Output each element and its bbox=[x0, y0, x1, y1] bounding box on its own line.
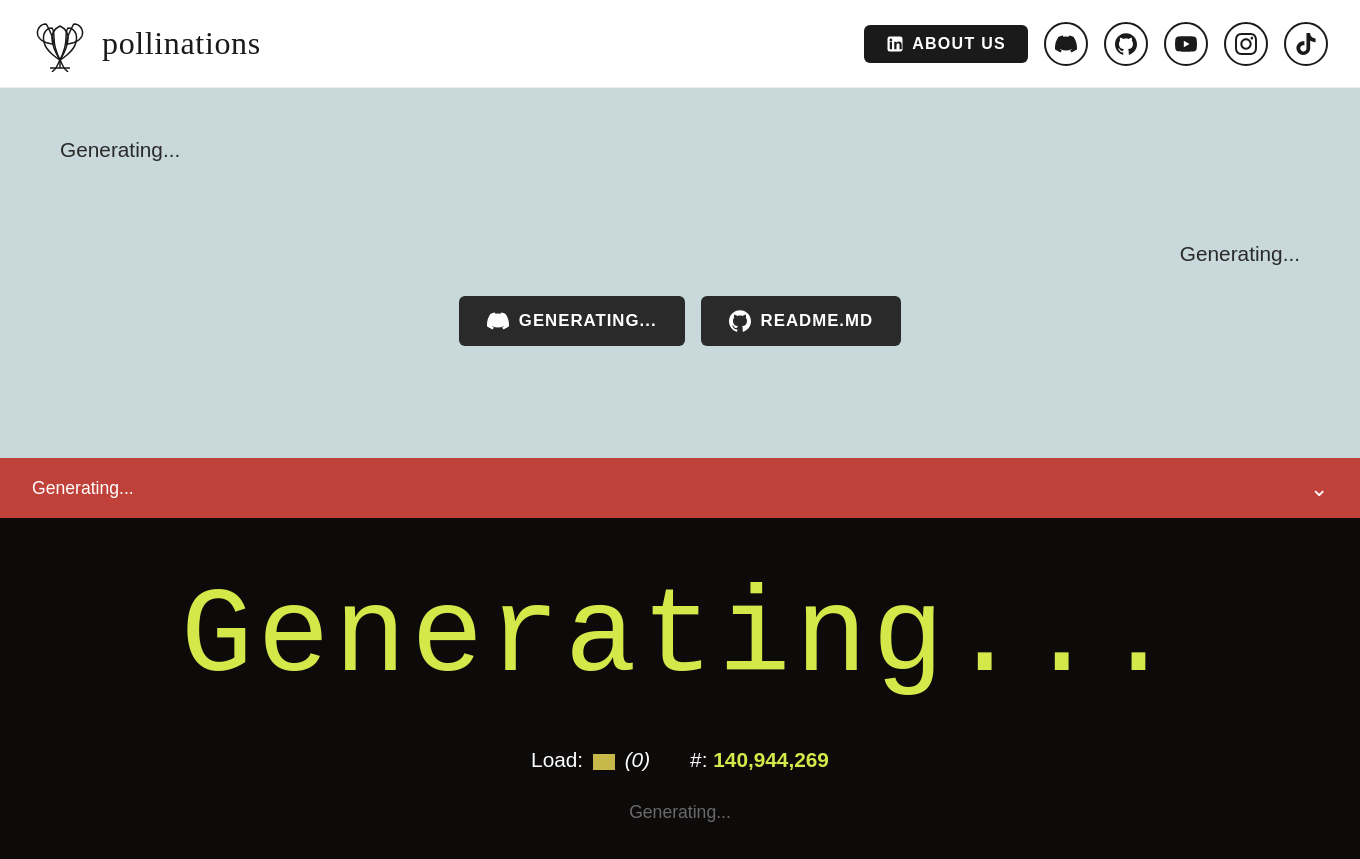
hash-value: 140,944,269 bbox=[713, 748, 829, 771]
github-btn-label: README.MD bbox=[761, 311, 874, 331]
load-indicator bbox=[593, 754, 615, 770]
instagram-icon[interactable] bbox=[1224, 22, 1268, 66]
chevron-down-icon: ⌄ bbox=[1310, 475, 1328, 502]
discord-icon[interactable] bbox=[1044, 22, 1088, 66]
red-bar: Generating... ⌄ bbox=[0, 458, 1360, 518]
dark-section: Generating... Load: (0) #: 140,944,269 G… bbox=[0, 518, 1360, 859]
nav-area: ABOUT US bbox=[864, 22, 1328, 66]
hash-label: #: bbox=[690, 748, 707, 771]
big-generating-text: Generating... bbox=[40, 578, 1320, 698]
load-value: (0) bbox=[625, 748, 650, 771]
logo-icon bbox=[32, 16, 88, 72]
about-us-label: ABOUT US bbox=[912, 35, 1006, 53]
header: pollinations ABOUT US bbox=[0, 0, 1360, 88]
svg-point-8 bbox=[890, 38, 893, 41]
svg-rect-7 bbox=[890, 41, 892, 49]
youtube-icon[interactable] bbox=[1164, 22, 1208, 66]
stats-row: Load: (0) #: 140,944,269 bbox=[40, 748, 1320, 772]
linkedin-icon bbox=[886, 35, 904, 53]
discord-btn-label: GENERATING... bbox=[519, 311, 657, 331]
red-bar-text: Generating... bbox=[32, 478, 134, 499]
load-label: Load: bbox=[531, 748, 583, 771]
generating-top: Generating... bbox=[60, 128, 1300, 162]
discord-btn-icon bbox=[487, 310, 509, 332]
discord-generating-button[interactable]: GENERATING... bbox=[459, 296, 685, 346]
github-readme-button[interactable]: README.MD bbox=[701, 296, 902, 346]
main-content: Generating... Generating... GENERATING..… bbox=[0, 88, 1360, 458]
buttons-row: GENERATING... README.MD bbox=[60, 296, 1300, 346]
about-us-button[interactable]: ABOUT US bbox=[864, 25, 1028, 63]
github-btn-icon bbox=[729, 310, 751, 332]
tiktok-icon[interactable] bbox=[1284, 22, 1328, 66]
logo-text: pollinations bbox=[102, 25, 261, 62]
generating-right: Generating... bbox=[60, 242, 1300, 266]
bottom-generating-text: Generating... bbox=[40, 802, 1320, 823]
logo-area: pollinations bbox=[32, 16, 261, 72]
github-icon[interactable] bbox=[1104, 22, 1148, 66]
